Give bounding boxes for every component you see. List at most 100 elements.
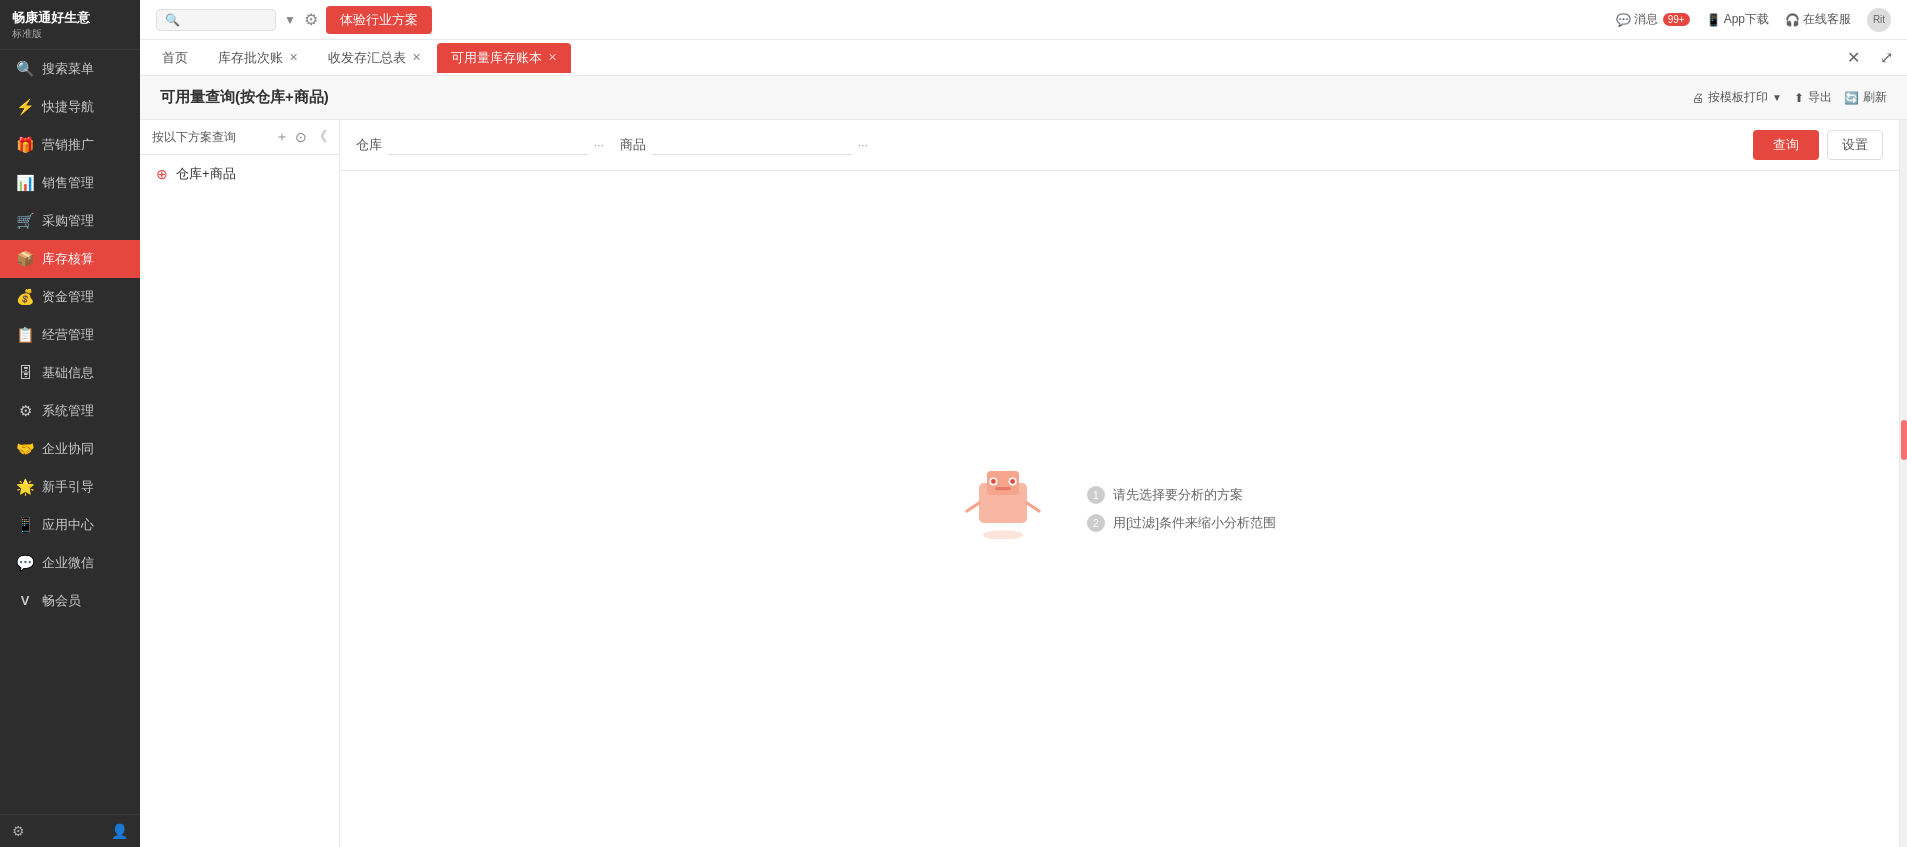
- sidebar-item-purchase[interactable]: 🛒 采购管理: [0, 202, 140, 240]
- sidebar-item-base[interactable]: 🗄 基础信息: [0, 354, 140, 392]
- tab-label: 首页: [162, 49, 188, 67]
- sidebar-item-sales[interactable]: 📊 销售管理: [0, 164, 140, 202]
- app-download-label: App下载: [1724, 11, 1769, 28]
- product-filter: 商品 ···: [620, 135, 868, 155]
- marketing-icon: 🎁: [16, 136, 34, 154]
- app-version: 标准版: [12, 27, 128, 41]
- sidebar-item-guide[interactable]: 🌟 新手引导: [0, 468, 140, 506]
- system-icon: ⚙: [16, 402, 34, 420]
- left-panel: 按以下方案查询 ＋ ⊙ 《 ⊕ 仓库+商品: [140, 120, 340, 847]
- sidebar-item-inventory[interactable]: 📦 库存核算: [0, 240, 140, 278]
- warehouse-filter: 仓库 ···: [356, 135, 604, 155]
- expand-tab-button[interactable]: ⤢: [1874, 46, 1899, 69]
- online-service-item[interactable]: 🎧 在线客服: [1785, 11, 1851, 28]
- tab-available[interactable]: 可用量库存账本 ✕: [437, 43, 571, 73]
- app-icon: 📱: [16, 516, 34, 534]
- collapse-icon[interactable]: ⚙: [12, 823, 25, 839]
- print-action[interactable]: 🖨 按模板打印 ▼: [1692, 89, 1782, 106]
- data-area: 1 请先选择要分析的方案 2 用[过滤]条件来缩小分析范围: [340, 171, 1899, 847]
- page-actions: 🖨 按模板打印 ▼ ⬆ 导出 🔄 刷新: [1692, 89, 1887, 106]
- settings-scheme-button[interactable]: ⊙: [295, 128, 307, 146]
- add-scheme-button[interactable]: ＋: [275, 128, 289, 146]
- warehouse-input[interactable]: [388, 135, 588, 155]
- sidebar-item-label: 快捷导航: [42, 98, 94, 116]
- member-icon: V: [16, 593, 34, 608]
- sidebar-item-member[interactable]: V 畅会员: [0, 582, 140, 620]
- query-button[interactable]: 查询: [1753, 130, 1819, 160]
- collapse-panel-button[interactable]: 《: [313, 128, 327, 146]
- right-scrollbar[interactable]: [1899, 120, 1907, 847]
- product-more-icon[interactable]: ···: [858, 138, 868, 152]
- message-label: 消息: [1634, 11, 1658, 28]
- tab-close-icon[interactable]: ✕: [548, 51, 557, 64]
- sidebar-item-operations[interactable]: 📋 经营管理: [0, 316, 140, 354]
- search-icon: 🔍: [165, 13, 180, 27]
- filter-settings-button[interactable]: 设置: [1827, 130, 1883, 160]
- main-area: 🔍 ▼ ⚙ 体验行业方案 💬 消息 99+ 📱 App下载 🎧 在线客服: [140, 0, 1907, 847]
- empty-state: 1 请先选择要分析的方案 2 用[过滤]条件来缩小分析范围: [963, 459, 1276, 559]
- warehouse-label: 仓库: [356, 136, 382, 154]
- empty-tips: 1 请先选择要分析的方案 2 用[过滤]条件来缩小分析范围: [1087, 486, 1276, 532]
- sidebar-item-system[interactable]: ⚙ 系统管理: [0, 392, 140, 430]
- filter-actions: 查询 设置: [1753, 130, 1883, 160]
- sales-icon: 📊: [16, 174, 34, 192]
- close-tab-button[interactable]: ✕: [1841, 46, 1866, 69]
- sidebar-item-label: 应用中心: [42, 516, 94, 534]
- sidebar-item-label: 资金管理: [42, 288, 94, 306]
- svg-rect-6: [995, 487, 1011, 490]
- tab-home[interactable]: 首页: [148, 43, 202, 73]
- export-action[interactable]: ⬆ 导出: [1794, 89, 1832, 106]
- sidebar-bottom: ⚙ 👤: [0, 814, 140, 847]
- sidebar-item-wechat[interactable]: 💬 企业微信: [0, 544, 140, 582]
- tab-label: 收发存汇总表: [328, 49, 406, 67]
- sidebar-item-label: 库存核算: [42, 250, 94, 268]
- page-header: 可用量查询(按仓库+商品) 🖨 按模板打印 ▼ ⬆ 导出 🔄 刷新: [140, 76, 1907, 120]
- tab-summary[interactable]: 收发存汇总表 ✕: [314, 43, 435, 73]
- header-bar: 🔍 ▼ ⚙ 体验行业方案 💬 消息 99+ 📱 App下载 🎧 在线客服: [140, 0, 1907, 40]
- app-download-item[interactable]: 📱 App下载: [1706, 11, 1769, 28]
- tip-text-1: 请先选择要分析的方案: [1113, 486, 1243, 504]
- header-search-box[interactable]: 🔍: [156, 9, 276, 31]
- scheme-item-warehouse-product[interactable]: ⊕ 仓库+商品: [140, 155, 339, 193]
- sidebar-item-label: 系统管理: [42, 402, 94, 420]
- sidebar-item-finance[interactable]: 💰 资金管理: [0, 278, 140, 316]
- left-panel-header: 按以下方案查询 ＋ ⊙ 《: [140, 120, 339, 155]
- tip-num-2: 2: [1087, 514, 1105, 532]
- warehouse-more-icon[interactable]: ···: [594, 138, 604, 152]
- sidebar-item-search[interactable]: 🔍 搜索菜单: [0, 50, 140, 88]
- message-item[interactable]: 💬 消息 99+: [1616, 11, 1690, 28]
- user-item[interactable]: Rit: [1867, 8, 1891, 32]
- sidebar-item-app[interactable]: 📱 应用中心: [0, 506, 140, 544]
- export-icon: ⬆: [1794, 91, 1804, 105]
- sidebar-item-enterprise[interactable]: 🤝 企业协同: [0, 430, 140, 468]
- tab-close-icon[interactable]: ✕: [289, 51, 298, 64]
- empty-cube-svg: [963, 459, 1043, 539]
- svg-point-5: [1010, 479, 1015, 484]
- tab-close-icon[interactable]: ✕: [412, 51, 421, 64]
- user-icon[interactable]: 👤: [111, 823, 128, 839]
- sidebar-item-shortcut[interactable]: ⚡ 快捷导航: [0, 88, 140, 126]
- shortcut-icon: ⚡: [16, 98, 34, 116]
- product-input[interactable]: [652, 135, 852, 155]
- inventory-icon: 📦: [16, 250, 34, 268]
- dropdown-arrow-icon[interactable]: ▼: [284, 13, 296, 27]
- tab-batch[interactable]: 库存批次账 ✕: [204, 43, 312, 73]
- search-icon: 🔍: [16, 60, 34, 78]
- settings-icon[interactable]: ⚙: [304, 10, 318, 29]
- sidebar-item-label: 采购管理: [42, 212, 94, 230]
- header-right: 💬 消息 99+ 📱 App下载 🎧 在线客服 Rit: [1616, 8, 1891, 32]
- refresh-action[interactable]: 🔄 刷新: [1844, 89, 1887, 106]
- operations-icon: 📋: [16, 326, 34, 344]
- trial-btn[interactable]: 体验行业方案: [326, 6, 432, 34]
- online-service-label: 在线客服: [1803, 11, 1851, 28]
- message-badge: 99+: [1663, 13, 1690, 26]
- scheme-label: 仓库+商品: [176, 165, 236, 183]
- scheme-icon: ⊕: [156, 166, 168, 182]
- guide-icon: 🌟: [16, 478, 34, 496]
- message-icon: 💬: [1616, 13, 1631, 27]
- wechat-icon: 💬: [16, 554, 34, 572]
- sidebar-item-marketing[interactable]: 🎁 营销推广: [0, 126, 140, 164]
- sidebar-item-label: 营销推广: [42, 136, 94, 154]
- headset-icon: 🎧: [1785, 13, 1800, 27]
- empty-tip-2: 2 用[过滤]条件来缩小分析范围: [1087, 514, 1276, 532]
